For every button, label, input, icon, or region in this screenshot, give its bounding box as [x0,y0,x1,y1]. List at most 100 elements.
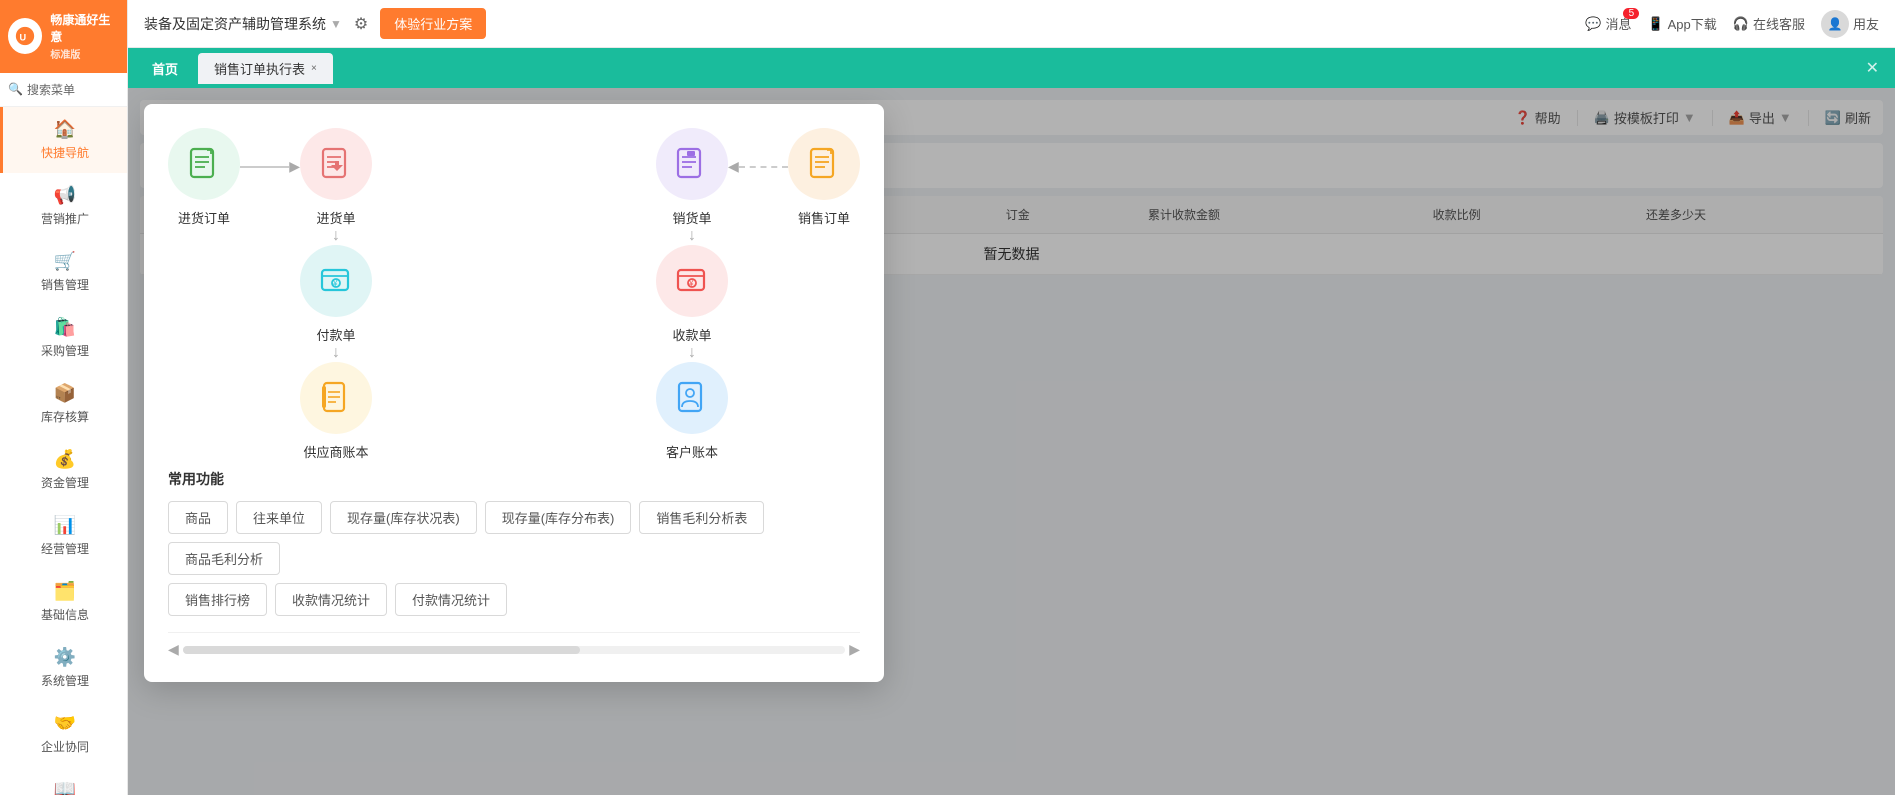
sidebar-item-purchase[interactable]: 🛍️ 采购管理 [0,305,127,371]
message-icon: 💬 [1585,16,1601,32]
sidebar: U 畅康通好生意 标准版 🔍 搜索菜单 🏠 快捷导航 📢 营销推广 🛒 销售管理 [0,0,128,795]
sidebar-item-inventory[interactable]: 📦 库存核算 [0,371,127,437]
svg-text:¥: ¥ [688,279,694,288]
marketing-icon: 📢 [54,185,76,206]
sidebar-item-system[interactable]: ⚙️ 系统管理 [0,635,127,701]
tab-sales-order[interactable]: 销售订单执行表 × [198,53,333,84]
btn-stock-status[interactable]: 现存量(库存状况表) [330,501,477,534]
sidebar-item-quick-nav[interactable]: 🏠 快捷导航 [0,107,127,173]
arrow-down-payment: ↓ [300,344,372,362]
experience-btn[interactable]: 体验行业方案 [380,8,486,39]
user-area[interactable]: 👤 用友 [1821,10,1879,38]
sidebar-item-label: 快捷导航 [41,144,89,161]
sidebar-item-label: 销售管理 [41,276,89,293]
sidebar-item-label: 采购管理 [41,342,89,359]
message-badge: 5 [1623,8,1639,19]
btn-product-gross[interactable]: 商品毛利分析 [168,542,280,575]
flow-row-1: 进货订单 ▶ 进 [168,128,860,227]
inventory-icon: 📦 [54,383,76,404]
sidebar-item-label: 系统管理 [41,672,89,689]
message-btn[interactable]: 💬 消息 5 [1585,14,1631,33]
tab-bar-close-btn[interactable]: ✕ [1858,54,1887,82]
purchase-order-label: 进货订单 [178,208,230,227]
flow-row-3: ¥ 付款单 ¥ 收款单 [168,245,860,344]
scroll-track[interactable] [183,646,845,654]
topbar-right: 💬 消息 5 📱 App下载 🎧 在线客服 👤 用友 [1585,10,1879,38]
app-download-btn[interactable]: 📱 App下载 [1647,14,1716,33]
sidebar-item-label: 营销推广 [41,210,89,227]
avatar: 👤 [1821,10,1849,38]
system-title: 装备及固定资产辅助管理系统 [144,14,326,34]
sidebar-item-label: 经营管理 [41,540,89,557]
sidebar-item-sales[interactable]: 🛒 销售管理 [0,239,127,305]
flow-row4-spacer [372,344,656,362]
flow-payment-bill[interactable]: ¥ 付款单 [300,245,372,344]
btn-product[interactable]: 商品 [168,501,228,534]
flow-receipt-bill[interactable]: ¥ 收款单 [656,245,728,344]
arrow-down-purchase: ↓ [300,227,372,245]
sales-bill-circle [656,128,728,200]
service-icon: 🎧 [1733,16,1749,32]
sidebar-item-basic-info[interactable]: 🗂️ 基础信息 [0,569,127,635]
purchase-icon: 🛍️ [54,317,76,338]
purchase-order-circle [168,128,240,200]
overlay[interactable]: 进货订单 ▶ 进 [128,88,1895,795]
sidebar-item-operations[interactable]: 📊 经营管理 [0,503,127,569]
common-btns-row2: 销售排行榜 收款情况统计 付款情况统计 [168,583,860,616]
sidebar-item-enterprise[interactable]: 🤝 企业协同 [0,701,127,767]
btn-payment-stats[interactable]: 付款情况统计 [395,583,507,616]
flow-row4-space4 [788,344,860,362]
flow-row2-space2 [240,227,300,245]
sidebar-item-label: 基础信息 [41,606,89,623]
popup-card: 进货订单 ▶ 进 [144,104,884,682]
flow-sales-order[interactable]: 销售订单 [788,128,860,227]
btn-sales-rank[interactable]: 销售排行榜 [168,583,267,616]
sales-bill-label: 销货单 [672,208,711,227]
sidebar-item-label: 库存核算 [41,408,89,425]
btn-counterparty[interactable]: 往来单位 [236,501,322,534]
flow-customer-ledger[interactable]: 客户账本 [656,362,728,461]
sales-icon: 🛒 [54,251,76,272]
user-name: 用友 [1853,14,1879,33]
online-service-btn[interactable]: 🎧 在线客服 [1733,14,1805,33]
tab-home[interactable]: 首页 [136,53,194,84]
common-functions-section: 常用功能 商品 往来单位 现存量(库存状况表) 现存量(库存分布表) 销售毛利分… [168,469,860,616]
search-label: 搜索菜单 [27,81,75,98]
flow-purchase-order[interactable]: 进货订单 [168,128,240,227]
system-dropdown-icon[interactable]: ▼ [330,17,342,31]
online-service-label: 在线客服 [1753,14,1805,33]
btn-receipt-stats[interactable]: 收款情况统计 [275,583,387,616]
flow-row4-space1 [168,344,240,362]
sidebar-item-label: 企业协同 [41,738,89,755]
flow-row-2-arrows: ↓ ↓ [168,227,860,245]
arrow-sales-order-to-bill: ◀ [728,158,788,175]
search-icon: 🔍 [8,82,23,96]
flow-row2-spacer [372,227,656,245]
receipt-bill-label: 收款单 [672,325,711,344]
sidebar-item-finance[interactable]: 💰 资金管理 [0,437,127,503]
payment-bill-label: 付款单 [316,325,355,344]
btn-stock-dist[interactable]: 现存量(库存分布表) [485,501,632,534]
payment-bill-circle: ¥ [300,245,372,317]
scroll-left-btn[interactable]: ◀ [168,641,179,658]
settings-icon[interactable]: ⚙ [354,14,368,34]
sidebar-search[interactable]: 🔍 搜索菜单 [0,73,127,107]
sidebar-item-guide[interactable]: 📖 新手引导 [0,767,127,795]
flow-sales-bill[interactable]: 销货单 [656,128,728,227]
tab-bar: 首页 销售订单执行表 × ✕ [128,48,1895,88]
flow-diagram: 进货订单 ▶ 进 [168,128,860,461]
tab-close-icon[interactable]: × [311,63,317,74]
sidebar-item-marketing[interactable]: 📢 营销推广 [0,173,127,239]
flow-row2-space3 [728,227,788,245]
flow-purchase-bill[interactable]: 进货单 [300,128,372,227]
flow-row2-space4 [788,227,860,245]
flow-supplier-ledger[interactable]: 供应商账本 [300,362,372,461]
scroll-thumb [183,646,580,654]
btn-sales-gross[interactable]: 销售毛利分析表 [639,501,764,534]
scroll-right-btn[interactable]: ▶ [849,641,860,658]
arrow-purchase-to-bill: ▶ [240,158,300,175]
app-download-label: App下载 [1668,14,1717,33]
sales-order-circle [788,128,860,200]
common-btns-row1: 商品 往来单位 现存量(库存状况表) 现存量(库存分布表) 销售毛利分析表 商品… [168,501,860,575]
guide-icon: 📖 [54,779,76,795]
